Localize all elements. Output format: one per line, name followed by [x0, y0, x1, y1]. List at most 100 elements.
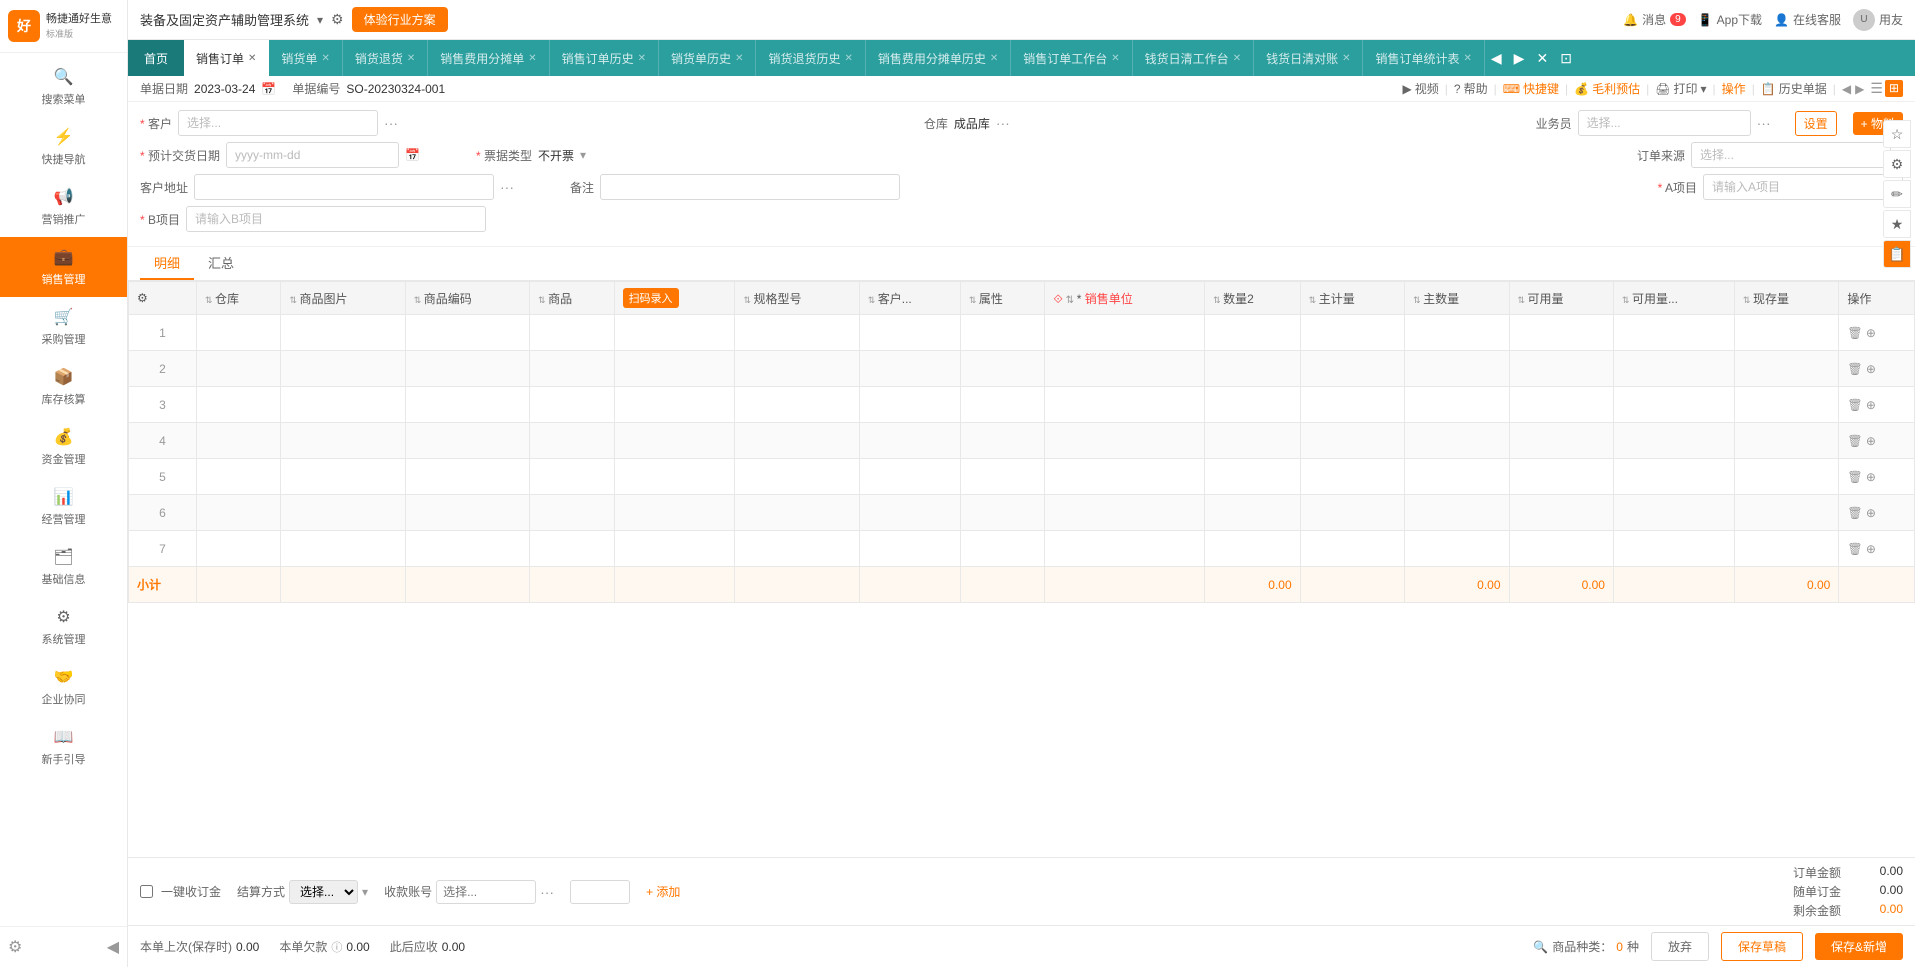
th-attributes[interactable]: ⇅ 属性 — [960, 282, 1045, 315]
header-gear-icon[interactable]: ⚙ — [331, 11, 344, 28]
sidebar-item-11[interactable]: 📖新手引导 — [0, 717, 127, 777]
customer-input[interactable] — [178, 110, 378, 136]
tab-item-4[interactable]: 销售订单历史✕ — [550, 40, 659, 76]
delete-row-icon[interactable]: 🗑 — [1847, 362, 1862, 376]
date-value[interactable]: 2023-03-24 — [194, 82, 255, 96]
settings-icon[interactable]: ⚙ — [8, 937, 22, 957]
amount-input[interactable]: 0.00 — [570, 880, 630, 904]
calendar-icon[interactable]: 📅 — [261, 82, 276, 96]
solution-btn[interactable]: 体验行业方案 — [352, 7, 448, 32]
tab-close-4[interactable]: ✕ — [638, 53, 646, 64]
section-tab-0[interactable]: 明细 — [140, 247, 194, 280]
settings-th-icon[interactable]: ⚙ — [137, 291, 148, 305]
profit-btn[interactable]: 💰 毛利预估 — [1574, 80, 1640, 97]
th-unit[interactable]: ⟐ ⇅ * 销售单位 — [1045, 282, 1205, 315]
number-value[interactable]: SO-20230324-001 — [346, 82, 445, 96]
save-new-btn[interactable]: 保存&新增 — [1815, 933, 1903, 960]
sidebar-item-1[interactable]: ⚡快捷导航 — [0, 117, 127, 177]
tab-nav-btn-0[interactable]: ◀ — [1485, 40, 1508, 76]
delete-row-icon[interactable]: 🗑 — [1847, 434, 1862, 448]
sidebar-item-6[interactable]: 💰资金管理 — [0, 417, 127, 477]
print-btn[interactable]: 🖨 打印 ▾ — [1655, 80, 1706, 97]
account-input[interactable] — [436, 880, 536, 904]
tab-nav-btn-1[interactable]: ▶ — [1508, 40, 1531, 76]
right-action-2[interactable]: ⚙ — [1883, 150, 1911, 178]
delete-row-icon[interactable]: 🗑 — [1847, 326, 1862, 340]
section-tab-1[interactable]: 汇总 — [194, 247, 248, 280]
payment-method-select[interactable]: 选择... — [289, 880, 358, 904]
tab-close-7[interactable]: ✕ — [990, 53, 998, 64]
sidebar-item-0[interactable]: 🔍搜索菜单 — [0, 57, 127, 117]
one-click-checkbox[interactable] — [140, 885, 153, 898]
history-btn[interactable]: 📋 历史单据 — [1761, 80, 1827, 97]
tab-close-3[interactable]: ✕ — [528, 53, 536, 64]
th-qty2[interactable]: ⇅ 数量2 — [1205, 282, 1301, 315]
tab-close-1[interactable]: ✕ — [321, 53, 329, 64]
copy-row-icon[interactable]: ⊕ — [1866, 470, 1876, 484]
app-download-item[interactable]: 📱 App下载 — [1698, 11, 1762, 28]
th-image[interactable]: ⇅ 商品图片 — [281, 282, 405, 315]
th-warehouse[interactable]: ⇅ 仓库 — [196, 282, 281, 315]
sidebar-item-4[interactable]: 🛒采购管理 — [0, 297, 127, 357]
sidebar-item-2[interactable]: 📢营销推广 — [0, 177, 127, 237]
delivery-calendar-icon[interactable]: 📅 — [405, 148, 420, 162]
tab-close-6[interactable]: ✕ — [844, 53, 852, 64]
right-action-1[interactable]: ☆ — [1883, 120, 1911, 148]
save-draft-btn[interactable]: 保存草稿 — [1721, 932, 1803, 961]
th-customer_code[interactable]: ⇅ 客户... — [859, 282, 960, 315]
tab-item-6[interactable]: 销货退货历史✕ — [756, 40, 865, 76]
delete-row-icon[interactable]: 🗑 — [1847, 398, 1862, 412]
online-support-item[interactable]: 👤 在线客服 — [1774, 11, 1841, 28]
sidebar-item-8[interactable]: 🗂基础信息 — [0, 537, 127, 597]
prev-page-icon[interactable]: ◀ — [1842, 82, 1851, 96]
sidebar-item-5[interactable]: 📦库存核算 — [0, 357, 127, 417]
copy-row-icon[interactable]: ⊕ — [1866, 434, 1876, 448]
list-view-icon[interactable]: ☰ — [1870, 80, 1883, 97]
th-available2[interactable]: ⇅ 可用量... — [1613, 282, 1734, 315]
th-name[interactable]: ⇅ 商品 — [530, 282, 615, 315]
remark-input[interactable] — [600, 174, 900, 200]
tab-item-3[interactable]: 销售费用分摊单✕ — [428, 40, 549, 76]
tab-item-9[interactable]: 钱货日清工作台✕ — [1133, 40, 1254, 76]
th-stock[interactable]: ⇅ 现存量 — [1734, 282, 1838, 315]
invoice-value[interactable]: 不开票 — [538, 147, 574, 164]
notice-item[interactable]: 🔔 消息 9 — [1623, 11, 1686, 28]
b-project-input[interactable] — [186, 206, 486, 232]
tab-item-8[interactable]: 销售订单工作台✕ — [1011, 40, 1132, 76]
tab-close-5[interactable]: ✕ — [735, 53, 743, 64]
a-project-input[interactable] — [1703, 174, 1903, 200]
tab-close-2[interactable]: ✕ — [407, 53, 415, 64]
order-source-input[interactable] — [1691, 142, 1891, 168]
shortcut-btn[interactable]: ⌨ 快捷键 — [1503, 80, 1559, 97]
table-wrapper[interactable]: ⚙⇅ 仓库⇅ 商品图片⇅ 商品编码⇅ 商品扫码录入⇅ 规格型号⇅ 客户...⇅ … — [128, 281, 1915, 857]
copy-row-icon[interactable]: ⊕ — [1866, 326, 1876, 340]
tab-item-11[interactable]: 销售订单统计表✕ — [1363, 40, 1484, 76]
th-spec[interactable]: ⇅ 规格型号 — [735, 282, 859, 315]
right-action-4[interactable]: ★ — [1883, 210, 1911, 238]
th-main_unit[interactable]: ⇅ 主计量 — [1300, 282, 1404, 315]
help-btn[interactable]: ? 帮助 — [1454, 80, 1488, 97]
sidebar-item-7[interactable]: 📊经营管理 — [0, 477, 127, 537]
goods-count-icon[interactable]: 🔍 — [1533, 940, 1548, 954]
add-btn[interactable]: + 添加 — [646, 883, 680, 900]
invoice-dropdown-icon[interactable]: ▾ — [580, 148, 586, 162]
tab-close-0[interactable]: ✕ — [248, 53, 256, 64]
copy-row-icon[interactable]: ⊕ — [1866, 542, 1876, 556]
settings-btn[interactable]: 设置 — [1795, 111, 1837, 136]
staff-more-icon[interactable]: ··· — [1757, 115, 1771, 131]
th-code[interactable]: ⇅ 商品编码 — [405, 282, 529, 315]
tab-item-10[interactable]: 钱货日清对账✕ — [1254, 40, 1363, 76]
tab-close-10[interactable]: ✕ — [1342, 53, 1350, 64]
warehouse-value[interactable]: 成品库 — [954, 115, 990, 132]
tab-close-11[interactable]: ✕ — [1464, 53, 1472, 64]
copy-row-icon[interactable]: ⊕ — [1866, 362, 1876, 376]
tab-item-1[interactable]: 销货单✕ — [269, 40, 342, 76]
debit-info-icon[interactable]: ⓘ — [331, 939, 342, 955]
delete-row-icon[interactable]: 🗑 — [1847, 470, 1862, 484]
user-item[interactable]: U 用友 — [1853, 9, 1903, 31]
tab-nav-btn-3[interactable]: ⊡ — [1554, 40, 1578, 76]
customer-more-icon[interactable]: ··· — [384, 115, 398, 131]
tab-item-7[interactable]: 销售费用分摊单历史✕ — [866, 40, 1011, 76]
sidebar-item-9[interactable]: ⚙系统管理 — [0, 597, 127, 657]
scan-btn[interactable]: 扫码录入 — [623, 288, 679, 308]
